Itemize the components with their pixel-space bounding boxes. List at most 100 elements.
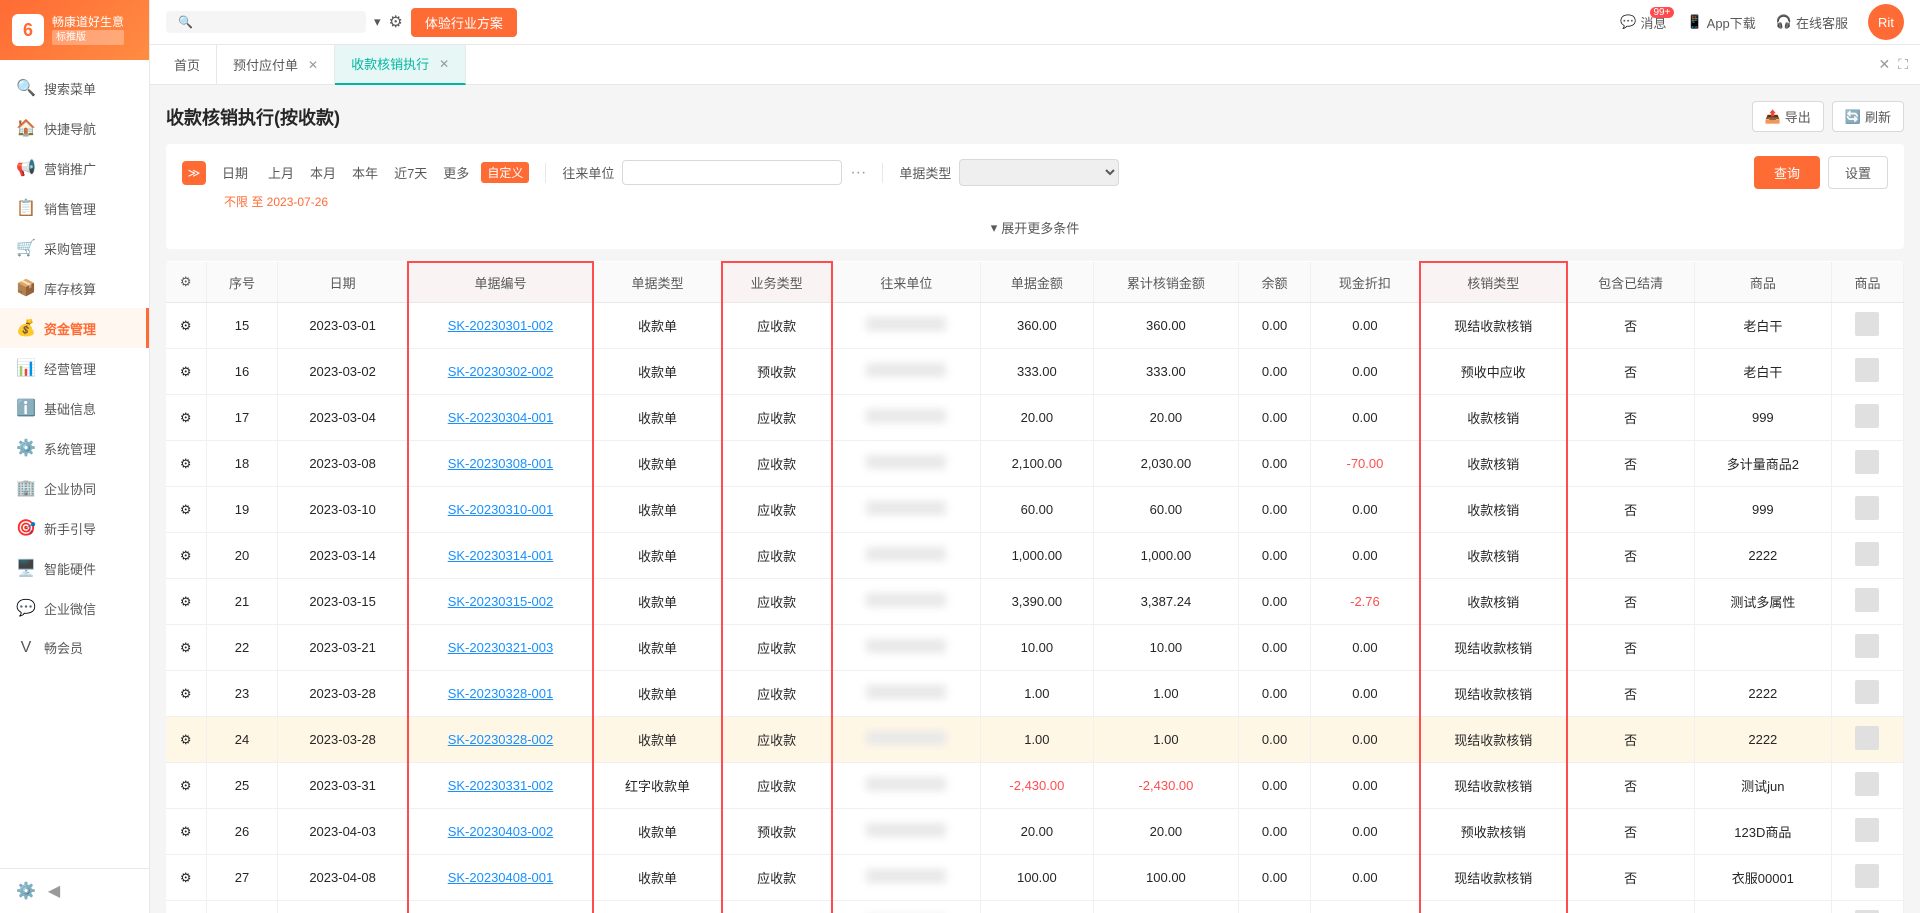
app-download[interactable]: 📱 App下载 — [1686, 13, 1755, 32]
sidebar-item-finance[interactable]: 💰资金管理 — [0, 308, 149, 348]
doc-link[interactable]: SK-20230314-001 — [448, 548, 554, 563]
cell-3[interactable]: SK-20230403-002 — [408, 809, 594, 855]
cell-3[interactable]: SK-20230301-002 — [408, 303, 594, 349]
header-dropdown[interactable]: ▾ — [374, 14, 381, 30]
industry-btn[interactable]: 体验行业方案 — [411, 8, 517, 37]
row-gear-icon[interactable]: ⚙ — [180, 640, 192, 655]
doc-link[interactable]: SK-20230328-001 — [448, 686, 554, 701]
date-option-本月[interactable]: 本月 — [306, 161, 340, 184]
cell-5: 应收款 — [722, 579, 832, 625]
row-gear-icon[interactable]: ⚙ — [180, 410, 192, 425]
cell-2: 2023-04-18 — [278, 901, 408, 913]
online-service[interactable]: 🎧 在线客服 — [1776, 13, 1848, 32]
cell-3[interactable]: SK-20230331-002 — [408, 763, 594, 809]
doc-link[interactable]: SK-20230304-001 — [448, 410, 554, 425]
row-gear-icon[interactable]: ⚙ — [180, 456, 192, 471]
doc-link[interactable]: SK-20230331-002 — [448, 778, 554, 793]
date-range-display: 不限 至 2023-07-26 — [182, 193, 1888, 210]
cell-8: -2,430.00 — [1093, 763, 1238, 809]
header-search-box[interactable]: 🔍 — [166, 11, 366, 33]
cell-3[interactable]: SK-20230328-001 — [408, 671, 594, 717]
cell-3[interactable]: SK-20230310-001 — [408, 487, 594, 533]
doc-link[interactable]: SK-20230301-002 — [448, 318, 554, 333]
row-gear-icon[interactable]: ⚙ — [180, 502, 192, 517]
sidebar-item-corp[interactable]: 🏢企业协同 — [0, 468, 149, 508]
sidebar-item-search[interactable]: 🔍搜索菜单 — [0, 68, 149, 108]
partner-input[interactable] — [622, 160, 842, 185]
doc-link[interactable]: SK-20230310-001 — [448, 502, 554, 517]
refresh-btn[interactable]: 🔄 刷新 — [1832, 101, 1904, 132]
sidebar-item-inventory[interactable]: 📦库存核算 — [0, 268, 149, 308]
sidebar-item-guide[interactable]: 🎯新手引导 — [0, 508, 149, 548]
sidebar-item-wechat[interactable]: 💬企业微信 — [0, 588, 149, 628]
sidebar-item-system[interactable]: ⚙️系统管理 — [0, 428, 149, 468]
doc-link[interactable]: SK-20230321-003 — [448, 640, 554, 655]
cell-8: 1,000.00 — [1093, 533, 1238, 579]
expand-more-btn[interactable]: ▾ 展开更多条件 — [182, 218, 1888, 237]
cell-3[interactable]: SK-20230321-003 — [408, 625, 594, 671]
cell-5: 应收款 — [722, 487, 832, 533]
cell-3[interactable]: SK-20230302-002 — [408, 349, 594, 395]
dots-icon[interactable]: ··· — [850, 164, 866, 182]
tab-close-collection[interactable]: ✕ — [439, 57, 449, 71]
gear-icon[interactable]: ⚙ — [180, 274, 192, 289]
cell-3[interactable]: SK-20230408-001 — [408, 855, 594, 901]
row-gear-icon[interactable]: ⚙ — [180, 318, 192, 333]
doc-link[interactable]: SK-20230328-002 — [448, 732, 554, 747]
cell-3[interactable]: SK-20230315-002 — [408, 579, 594, 625]
row-gear-icon[interactable]: ⚙ — [180, 870, 192, 885]
fullscreen-icon[interactable]: ⛶ — [1898, 56, 1908, 73]
filter-expand-btn[interactable]: ≫ — [182, 161, 206, 185]
cell-3[interactable]: SK-20230314-001 — [408, 533, 594, 579]
cell-14 — [1831, 487, 1903, 533]
row-gear-icon[interactable]: ⚙ — [180, 686, 192, 701]
tab-prepay[interactable]: 预付应付单✕ — [217, 45, 335, 85]
cell-3[interactable]: SK-20230328-002 — [408, 717, 594, 763]
date-option-近7天[interactable]: 近7天 — [390, 161, 431, 184]
close-all-icon[interactable]: ✕ — [1878, 56, 1890, 73]
sidebar-item-member[interactable]: V畅会员 — [0, 628, 149, 667]
sidebar-item-sales[interactable]: 📋销售管理 — [0, 188, 149, 228]
sidebar-item-basics[interactable]: ℹ️基础信息 — [0, 388, 149, 428]
sidebar-item-marketing[interactable]: 📢营销推广 — [0, 148, 149, 188]
filter-settings-btn[interactable]: 设置 — [1828, 156, 1888, 189]
sidebar-item-label: 快捷导航 — [44, 119, 96, 138]
sidebar-item-purchase[interactable]: 🛒采购管理 — [0, 228, 149, 268]
date-option-更多[interactable]: 更多 — [439, 161, 473, 184]
tab-collection[interactable]: 收款核销执行✕ — [335, 45, 466, 85]
sidebar-item-hardware[interactable]: 🖥️智能硬件 — [0, 548, 149, 588]
row-gear-icon[interactable]: ⚙ — [180, 364, 192, 379]
row-gear-icon[interactable]: ⚙ — [180, 548, 192, 563]
doc-link[interactable]: SK-20230403-002 — [448, 824, 554, 839]
date-option-上月[interactable]: 上月 — [264, 161, 298, 184]
cell-12: 否 — [1567, 625, 1695, 671]
doc-type-select[interactable] — [959, 159, 1119, 186]
cell-3[interactable]: SK-20230308-001 — [408, 441, 594, 487]
settings-icon[interactable]: ⚙️ — [16, 881, 36, 901]
purchase-icon: 🛒 — [16, 238, 36, 258]
doc-link[interactable]: SK-20230408-001 — [448, 870, 554, 885]
tab-close-prepay[interactable]: ✕ — [308, 58, 318, 72]
doc-link[interactable]: SK-20230308-001 — [448, 456, 554, 471]
export-btn[interactable]: 📤 导出 — [1752, 101, 1824, 132]
row-gear-icon[interactable]: ⚙ — [180, 824, 192, 839]
date-custom-btn[interactable]: 自定义 — [481, 162, 529, 183]
cell-3[interactable]: SK-20230418-001 — [408, 901, 594, 913]
collapse-icon[interactable]: ◀ — [48, 881, 60, 901]
header-gear-icon[interactable]: ⚙ — [389, 12, 403, 32]
cell-3[interactable]: SK-20230304-001 — [408, 395, 594, 441]
notification-item[interactable]: 💬 消息 99+ — [1620, 13, 1666, 32]
user-avatar[interactable]: Rit — [1868, 4, 1904, 40]
tab-home[interactable]: 首页 — [158, 45, 217, 85]
goods-image — [1855, 772, 1879, 796]
query-btn[interactable]: 查询 — [1754, 156, 1820, 189]
row-gear-icon[interactable]: ⚙ — [180, 732, 192, 747]
cell-14 — [1831, 625, 1903, 671]
doc-link[interactable]: SK-20230315-002 — [448, 594, 554, 609]
sidebar-item-shortcut[interactable]: 🏠快捷导航 — [0, 108, 149, 148]
date-option-本年[interactable]: 本年 — [348, 161, 382, 184]
doc-link[interactable]: SK-20230302-002 — [448, 364, 554, 379]
row-gear-icon[interactable]: ⚙ — [180, 594, 192, 609]
sidebar-item-operations[interactable]: 📊经营管理 — [0, 348, 149, 388]
row-gear-icon[interactable]: ⚙ — [180, 778, 192, 793]
